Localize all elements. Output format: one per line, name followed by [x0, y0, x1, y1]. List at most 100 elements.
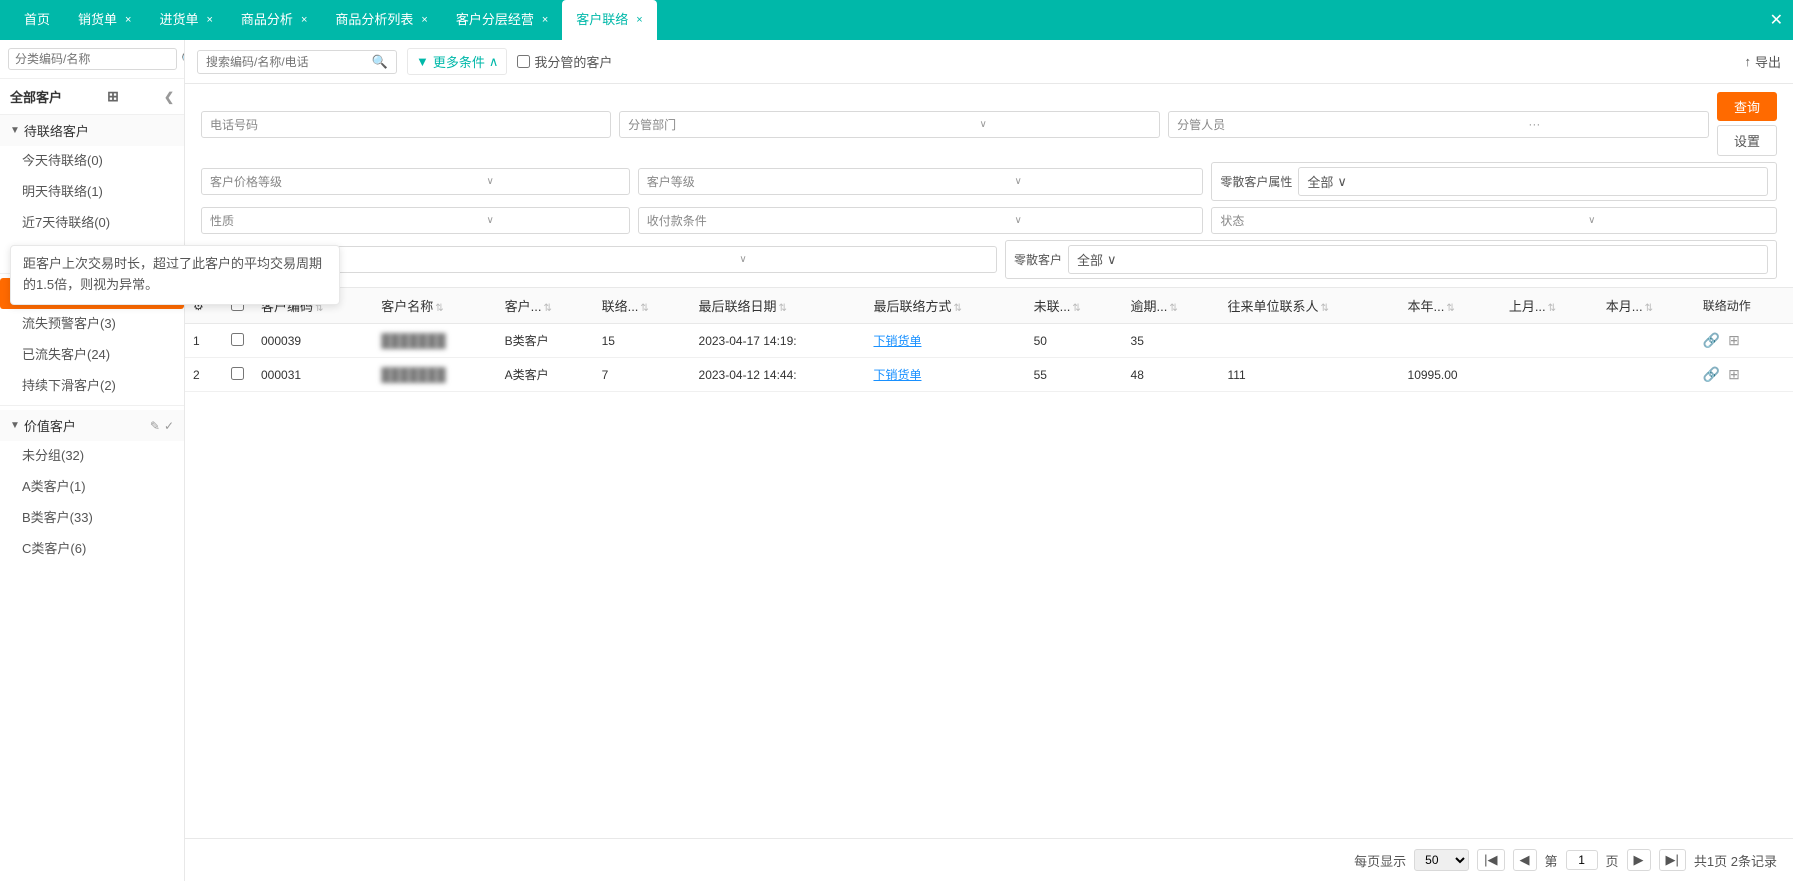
close-tab-sales[interactable]: × [125, 0, 131, 40]
sidebar-item-ungroup[interactable]: 未分组(32) [0, 441, 184, 472]
cell-method-1[interactable]: 下销货单 [865, 324, 1025, 358]
close-tab-customer-tier[interactable]: × [542, 0, 548, 40]
close-tab-purchase[interactable]: × [206, 0, 212, 40]
cell-last-month-1 [1501, 324, 1598, 358]
tab-sales[interactable]: 销货单 × [64, 0, 145, 40]
more-icon-1[interactable]: ⊞ [1728, 332, 1740, 349]
my-customers-checkbox[interactable] [517, 55, 530, 68]
sidebar-section-pending-title[interactable]: ▼ 待联络客户 [0, 115, 184, 146]
sort-icon-unread: ⇅ [1072, 303, 1080, 314]
close-tab-product-analysis[interactable]: × [301, 0, 307, 40]
retail-attr-select[interactable]: 全部 ∨ [1298, 167, 1768, 196]
retail-select[interactable]: 全部 ∨ [1068, 245, 1768, 274]
filter-search-box[interactable]: 🔍 [197, 50, 397, 74]
settings-button[interactable]: 设置 [1717, 125, 1777, 156]
adv-row-2: 客户价格等级 ∨ 客户等级 ∨ 零散客户属性 全部 ∨ [201, 162, 1777, 201]
tab-home[interactable]: 首页 [10, 0, 64, 40]
sidebar-section-value-title[interactable]: ▼ 价值客户 ✎ ✓ [0, 410, 184, 441]
check-icon[interactable]: ✓ [164, 419, 174, 433]
customer-type-select[interactable]: 客户类型 ∨ [225, 246, 997, 273]
page-number-input[interactable] [1566, 850, 1598, 870]
my-customers-filter[interactable]: 我分管的客户 [517, 52, 612, 71]
sidebar-item-tomorrow[interactable]: 明天待联络(1) [0, 177, 184, 208]
prev-page-button[interactable]: ◀ [1513, 849, 1537, 871]
action-buttons-2: 🔗 ⊞ [1703, 366, 1785, 383]
gender-select[interactable]: 性质 ∨ [201, 207, 630, 234]
cell-last-month-2 [1501, 358, 1598, 392]
sidebar-search-area: 🔍 [0, 40, 184, 79]
col-this-month-header[interactable]: 本月...⇅ [1598, 288, 1695, 324]
col-overdue-header[interactable]: 逾期...⇅ [1123, 288, 1220, 324]
row-checkbox-2[interactable] [231, 367, 244, 380]
tab-product-analysis[interactable]: 商品分析 × [227, 0, 321, 40]
tab-customer-contact[interactable]: 客户联络 × [562, 0, 656, 40]
sidebar-all-customers[interactable]: 全部客户 ⊞ ❮ [0, 79, 184, 115]
cell-this-month-1 [1598, 324, 1695, 358]
col-last-contact-date-header[interactable]: 最后联络日期⇅ [691, 288, 866, 324]
price-grade-chevron-icon: ∨ [487, 176, 621, 187]
edit-icon[interactable]: ✎ [150, 419, 160, 433]
col-category-header[interactable]: 客户...⇅ [497, 288, 594, 324]
filter-search-input[interactable] [206, 55, 368, 69]
col-unit-contact-header[interactable]: 往来单位联系人⇅ [1219, 288, 1399, 324]
sidebar-item-classB[interactable]: B类客户(33) [0, 503, 184, 534]
sort-icon-unit: ⇅ [1321, 303, 1329, 314]
more-icon-2[interactable]: ⊞ [1728, 366, 1740, 383]
last-page-button[interactable]: ▶| [1659, 849, 1686, 871]
phone-input[interactable] [264, 117, 602, 131]
close-tab-product-list[interactable]: × [421, 0, 427, 40]
col-name-header[interactable]: 客户名称⇅ [373, 288, 496, 324]
adv-row-4: ... 客户类型 ∨ 零散客户 全部 ∨ [201, 240, 1777, 279]
sort-icon-overdue: ⇅ [1169, 303, 1177, 314]
sidebar-item-today[interactable]: 今天待联络(0) [0, 146, 184, 177]
payment-select[interactable]: 收付款条件 ∨ [638, 207, 1204, 234]
cell-overdue-1: 35 [1123, 324, 1220, 358]
status-select[interactable]: 状态 ∨ [1211, 207, 1777, 234]
export-icon: ↑ [1744, 54, 1751, 69]
tab-product-list[interactable]: 商品分析列表 × [321, 0, 441, 40]
cell-this-month-2 [1598, 358, 1695, 392]
close-window-button[interactable]: ✕ [1770, 10, 1783, 30]
close-tab-customer-contact[interactable]: × [636, 0, 642, 40]
sidebar-search-input[interactable] [8, 48, 177, 70]
col-unread-header[interactable]: 未联...⇅ [1026, 288, 1123, 324]
link-icon-2[interactable]: 🔗 [1703, 366, 1720, 383]
sidebar-item-lost-warning[interactable]: 流失预警客户(3) [0, 309, 184, 340]
cell-method-2[interactable]: 下销货单 [865, 358, 1025, 392]
row-checkbox-1[interactable] [231, 333, 244, 346]
price-grade-select[interactable]: 客户价格等级 ∨ [201, 168, 630, 195]
phone-field[interactable]: 电话号码 [201, 111, 611, 138]
grade-select[interactable]: 客户等级 ∨ [638, 168, 1204, 195]
first-page-button[interactable]: |◀ [1477, 849, 1504, 871]
cell-contact-1: 15 [594, 324, 691, 358]
sidebar-item-classC[interactable]: C类客户(6) [0, 534, 184, 565]
sidebar-item-declining[interactable]: 持续下滑客户(2) [0, 371, 184, 402]
col-last-month-header[interactable]: 上月...⇅ [1501, 288, 1598, 324]
filter-more-button[interactable]: ▼ 更多条件 ∧ [407, 48, 507, 75]
dept-select[interactable]: 分管部门 ∨ [619, 111, 1160, 138]
sidebar: 🔍 全部客户 ⊞ ❮ ▼ 待联络客户 今天待联络(0) 明天待联络(1) 近7天… [0, 40, 185, 881]
sort-icon-method: ⇅ [954, 303, 962, 314]
tab-customer-tier[interactable]: 客户分层经营 × [442, 0, 562, 40]
sidebar-item-7days[interactable]: 近7天待联络(0) [0, 208, 184, 239]
per-page-select[interactable]: 50 100 200 [1414, 849, 1469, 871]
col-last-contact-method-header[interactable]: 最后联络方式⇅ [865, 288, 1025, 324]
col-this-year-header[interactable]: 本年...⇅ [1400, 288, 1501, 324]
cell-checkbox-1[interactable] [221, 324, 253, 358]
col-action-header: 联络动作 [1695, 288, 1793, 324]
sidebar-item-lost[interactable]: 已流失客户(24) [0, 340, 184, 371]
export-button[interactable]: ↑ 导出 [1744, 52, 1781, 71]
tab-purchase[interactable]: 进货单 × [145, 0, 226, 40]
col-contact-header[interactable]: 联络...⇅ [594, 288, 691, 324]
top-navigation: 首页 销货单 × 进货单 × 商品分析 × 商品分析列表 × 客户分层经营 × … [0, 0, 1793, 40]
query-button[interactable]: 查询 [1717, 92, 1777, 121]
sidebar-item-classA[interactable]: A类客户(1) [0, 472, 184, 503]
cell-contact-2: 7 [594, 358, 691, 392]
cell-code-2: 000031 [253, 358, 373, 392]
person-select[interactable]: 分管人员 ··· [1168, 111, 1709, 138]
next-page-button[interactable]: ▶ [1627, 849, 1651, 871]
table-row: 2 000031 ███████ A类客户 7 2023-04-12 14:44… [185, 358, 1793, 392]
sidebar-collapse-icon[interactable]: ❮ [164, 90, 174, 104]
link-icon-1[interactable]: 🔗 [1703, 332, 1720, 349]
cell-checkbox-2[interactable] [221, 358, 253, 392]
